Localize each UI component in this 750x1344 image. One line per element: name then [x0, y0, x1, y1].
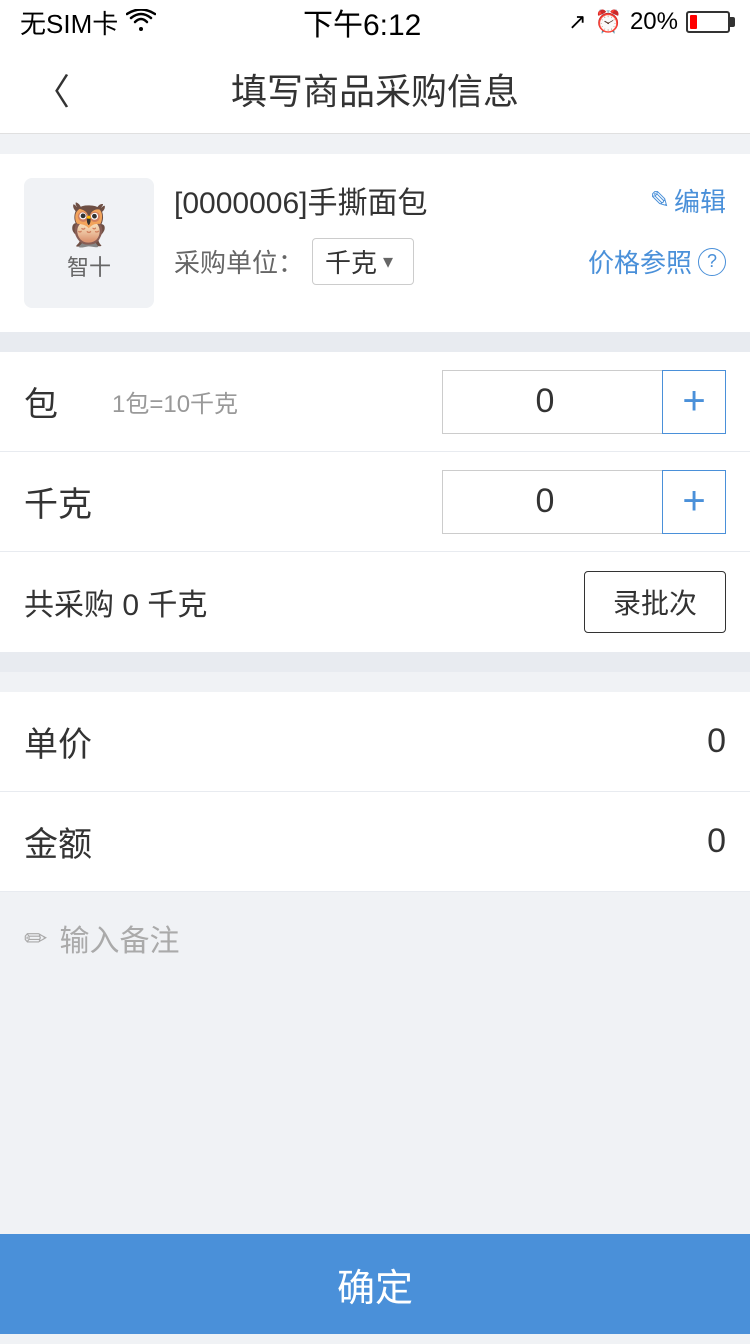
summary-row: 共采购 0 千克 录批次 — [0, 552, 750, 652]
price-ref-button[interactable]: 价格参照 ? — [588, 243, 726, 280]
bag-input-group: + — [442, 370, 726, 434]
price-section: 单价 0 金额 0 — [0, 692, 750, 892]
bag-quantity-input[interactable] — [442, 370, 662, 434]
alarm-icon: ⏰ — [595, 9, 622, 35]
section-divider-1 — [0, 332, 750, 352]
battery-icon — [686, 11, 730, 33]
carrier-label: 无SIM卡 — [20, 4, 118, 41]
section-divider-2 — [0, 652, 750, 672]
product-card: 🦉 智十 [0000006]手撕面包 ✎ 编辑 采购单位： 千克 ▾ 价格参照 … — [0, 154, 750, 332]
status-right: ↗ ⏰ 20% — [568, 8, 730, 36]
summary-text: 共采购 0 千克 — [24, 580, 207, 624]
bag-input-row: 包 1包=10千克 + — [0, 352, 750, 452]
unit-select[interactable]: 千克 ▾ — [312, 238, 414, 285]
pencil-icon: ✏ — [24, 922, 47, 955]
kg-label: 千克 — [24, 477, 104, 526]
unit-label: 采购单位： — [174, 243, 304, 280]
wifi-icon — [126, 7, 156, 38]
bag-plus-button[interactable]: + — [662, 370, 726, 434]
product-name: [0000006]手撕面包 — [174, 178, 427, 222]
battery-percent: 20% — [630, 8, 678, 36]
record-batch-button[interactable]: 录批次 — [584, 571, 726, 633]
product-info: [0000006]手撕面包 ✎ 编辑 采购单位： 千克 ▾ 价格参照 ? — [174, 178, 726, 285]
info-icon: ? — [698, 248, 726, 276]
edit-button[interactable]: ✎ 编辑 — [650, 182, 726, 219]
nav-bar: 〈 填写商品采购信息 — [0, 44, 750, 134]
product-top-row: [0000006]手撕面包 ✎ 编辑 — [174, 178, 726, 222]
product-unit-row: 采购单位： 千克 ▾ 价格参照 ? — [174, 238, 726, 285]
kg-input-group: + — [442, 470, 726, 534]
kg-input-row: 千克 + — [0, 452, 750, 552]
unit-price-value: 0 — [707, 722, 726, 761]
edit-icon: ✎ — [650, 186, 670, 215]
dropdown-icon: ▾ — [383, 249, 393, 274]
amount-row: 金额 0 — [0, 792, 750, 892]
status-bar: 无SIM卡 下午6:12 ↗ ⏰ 20% — [0, 0, 750, 44]
product-owl-icon: 🦉 — [63, 204, 115, 246]
bag-sublabel: 1包=10千克 — [112, 384, 238, 419]
quantity-section: 包 1包=10千克 + 千克 + — [0, 352, 750, 552]
product-image-label: 智十 — [67, 250, 111, 282]
page-title: 填写商品采购信息 — [231, 63, 519, 115]
location-icon: ↗ — [568, 9, 586, 35]
kg-plus-button[interactable]: + — [662, 470, 726, 534]
remark-placeholder: 输入备注 — [59, 916, 179, 960]
confirm-button[interactable]: 确定 — [0, 1234, 750, 1334]
status-left: 无SIM卡 — [20, 4, 156, 41]
unit-price-label: 单价 — [24, 717, 92, 766]
kg-quantity-input[interactable] — [442, 470, 662, 534]
amount-label: 金额 — [24, 817, 92, 866]
remark-section[interactable]: ✏ 输入备注 — [0, 892, 750, 984]
status-time: 下午6:12 — [303, 0, 421, 44]
back-button[interactable]: 〈 — [24, 53, 80, 125]
unit-price-row: 单价 0 — [0, 692, 750, 792]
bag-label: 包 — [24, 377, 104, 426]
amount-value: 0 — [707, 822, 726, 861]
product-image: 🦉 智十 — [24, 178, 154, 308]
